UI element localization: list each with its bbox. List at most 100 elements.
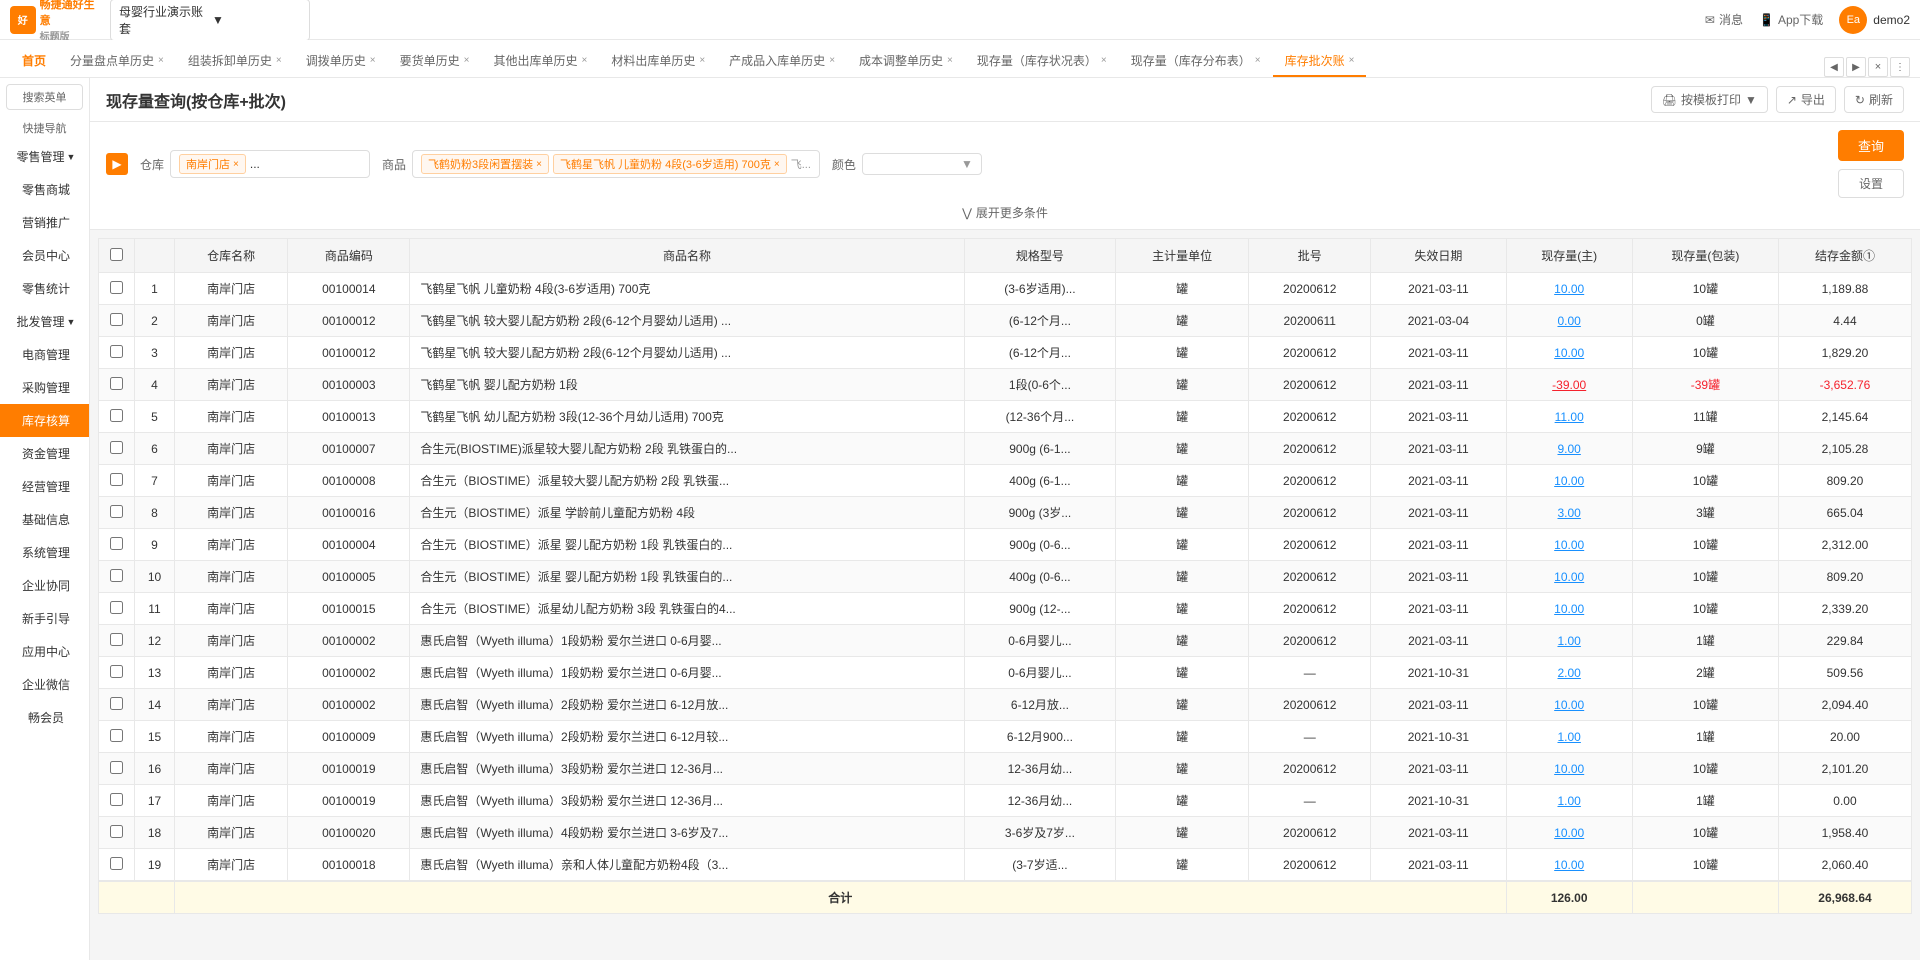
row-check[interactable] <box>99 401 135 433</box>
sidebar-item-basic[interactable]: 基础信息 <box>0 503 89 536</box>
product-input[interactable]: 飞鹤奶粉3段闲置摆装 × 飞鹤星飞帆 儿童奶粉 4段(3-6岁适用) 700克 … <box>412 150 820 178</box>
tab-home[interactable]: 首页 <box>10 46 58 77</box>
sidebar-item-stats[interactable]: 零售统计 <box>0 272 89 305</box>
row-check[interactable] <box>99 625 135 657</box>
row-check[interactable] <box>99 369 135 401</box>
row-check[interactable] <box>99 593 135 625</box>
tab-chengben[interactable]: 成本调整单历史 × <box>847 46 965 77</box>
select-all-checkbox[interactable] <box>110 248 123 261</box>
row-check[interactable] <box>99 305 135 337</box>
nav-next-btn[interactable]: ▶ <box>1846 57 1866 77</box>
tab-zuche[interactable]: 组装拆卸单历史 × <box>176 46 294 77</box>
tab-chanpin[interactable]: 产成品入库单历史 × <box>717 46 847 77</box>
filter-expand-btn[interactable]: ⋁ 展开更多条件 <box>106 204 1904 221</box>
tab-xianzai2-close[interactable]: × <box>1255 55 1261 66</box>
sidebar-item-ecommerce[interactable]: 电商管理 <box>0 338 89 371</box>
tab-pici[interactable]: 库存批次账 × <box>1273 46 1367 77</box>
row-check[interactable] <box>99 817 135 849</box>
company-selector[interactable]: 母婴行业演示账套 ▼ <box>110 0 310 41</box>
tab-qita[interactable]: 其他出库单历史 × <box>481 46 599 77</box>
tab-tiaopi[interactable]: 调拨单历史 × <box>294 46 388 77</box>
sidebar-quick-nav[interactable]: 快捷导航 <box>0 116 89 140</box>
tab-yaohu[interactable]: 要货单历史 × <box>388 46 482 77</box>
color-dropdown[interactable]: ▼ <box>862 153 982 175</box>
sidebar-item-shop[interactable]: 零售商城 <box>0 173 89 206</box>
search-menu-btn[interactable]: 搜索英单 <box>6 84 83 110</box>
sidebar-item-marketing[interactable]: 营销推广 <box>0 206 89 239</box>
row-stock-main[interactable]: 10.00 <box>1506 753 1632 785</box>
row-stock-main[interactable]: 9.00 <box>1506 433 1632 465</box>
sidebar-item-wechat[interactable]: 企业微信 <box>0 668 89 701</box>
row-stock-main[interactable]: 11.00 <box>1506 401 1632 433</box>
row-check[interactable] <box>99 657 135 689</box>
row-stock-main[interactable]: 1.00 <box>1506 625 1632 657</box>
tab-cailiao-close[interactable]: × <box>699 55 705 66</box>
row-check[interactable] <box>99 561 135 593</box>
row-stock-main[interactable]: 3.00 <box>1506 497 1632 529</box>
row-stock-main[interactable]: 0.00 <box>1506 305 1632 337</box>
user-area[interactable]: Ea demo2 <box>1839 6 1910 34</box>
row-stock-main[interactable]: 10.00 <box>1506 689 1632 721</box>
template-print-btn[interactable]: 🖨 按模板打印 ▼ <box>1651 86 1768 113</box>
query-btn[interactable]: 查询 <box>1838 130 1904 161</box>
row-stock-main[interactable]: 10.00 <box>1506 561 1632 593</box>
sidebar-item-retail[interactable]: 零售管理 ▼ <box>0 140 89 173</box>
tab-yaohu-close[interactable]: × <box>464 55 470 66</box>
tab-chanpin-close[interactable]: × <box>829 55 835 66</box>
filter-expand-arrow[interactable]: ▶ <box>106 153 128 175</box>
row-stock-main[interactable]: 10.00 <box>1506 849 1632 882</box>
row-stock-main[interactable]: 2.00 <box>1506 657 1632 689</box>
sidebar-item-collab[interactable]: 企业协同 <box>0 569 89 602</box>
row-stock-main[interactable]: 1.00 <box>1506 721 1632 753</box>
row-check[interactable] <box>99 689 135 721</box>
product-tag-1-close[interactable]: × <box>536 159 542 170</box>
row-stock-main[interactable]: 10.00 <box>1506 529 1632 561</box>
row-check[interactable] <box>99 849 135 882</box>
setting-btn[interactable]: 设置 <box>1838 169 1904 198</box>
sidebar-item-member[interactable]: 会员中心 <box>0 239 89 272</box>
row-check[interactable] <box>99 753 135 785</box>
sidebar-item-wholesale[interactable]: 批发管理 ▼ <box>0 305 89 338</box>
tab-qita-close[interactable]: × <box>581 55 587 66</box>
nav-more-btn[interactable]: ⋮ <box>1890 57 1910 77</box>
warehouse-tag-close[interactable]: × <box>233 159 239 170</box>
app-download-btn[interactable]: 📱 App下载 <box>1759 11 1823 28</box>
sidebar-item-vip[interactable]: 畅会员 <box>0 701 89 734</box>
refresh-btn[interactable]: ↻ 刷新 <box>1844 86 1904 113</box>
tab-fenpan[interactable]: 分量盘点单历史 × <box>58 46 176 77</box>
nav-close-btn[interactable]: × <box>1868 57 1888 77</box>
tab-cailiao[interactable]: 材料出库单历史 × <box>599 46 717 77</box>
row-stock-main[interactable]: 10.00 <box>1506 273 1632 305</box>
row-check[interactable] <box>99 433 135 465</box>
warehouse-input[interactable]: 南岸门店 × ... <box>170 150 370 178</box>
row-stock-main[interactable]: 10.00 <box>1506 593 1632 625</box>
row-stock-main[interactable]: -39.00 <box>1506 369 1632 401</box>
row-stock-main[interactable]: 1.00 <box>1506 785 1632 817</box>
tab-pici-close[interactable]: × <box>1349 55 1355 66</box>
row-stock-main[interactable]: 10.00 <box>1506 465 1632 497</box>
sidebar-item-finance[interactable]: 资金管理 <box>0 437 89 470</box>
row-check[interactable] <box>99 273 135 305</box>
row-stock-main[interactable]: 10.00 <box>1506 337 1632 369</box>
th-check[interactable] <box>99 239 135 273</box>
tab-chengben-close[interactable]: × <box>947 55 953 66</box>
tab-tiaopi-close[interactable]: × <box>370 55 376 66</box>
tab-xianzai2[interactable]: 现存量（库存分布表） × <box>1119 46 1273 77</box>
row-check[interactable] <box>99 497 135 529</box>
row-check[interactable] <box>99 337 135 369</box>
sidebar-item-purchase[interactable]: 采购管理 <box>0 371 89 404</box>
sidebar-item-inventory[interactable]: 库存核算 <box>0 404 89 437</box>
tab-fenpan-close[interactable]: × <box>158 55 164 66</box>
export-btn[interactable]: ↗ 导出 <box>1776 86 1836 113</box>
sidebar-item-guide[interactable]: 新手引导 <box>0 602 89 635</box>
row-stock-main[interactable]: 10.00 <box>1506 817 1632 849</box>
row-check[interactable] <box>99 785 135 817</box>
row-check[interactable] <box>99 465 135 497</box>
row-check[interactable] <box>99 529 135 561</box>
product-tag-2-close[interactable]: × <box>774 159 780 170</box>
tab-zuche-close[interactable]: × <box>276 55 282 66</box>
tab-xianzai1[interactable]: 现存量（库存状况表） × <box>965 46 1119 77</box>
sidebar-item-operation[interactable]: 经营管理 <box>0 470 89 503</box>
nav-prev-btn[interactable]: ◀ <box>1824 57 1844 77</box>
sidebar-item-apps[interactable]: 应用中心 <box>0 635 89 668</box>
